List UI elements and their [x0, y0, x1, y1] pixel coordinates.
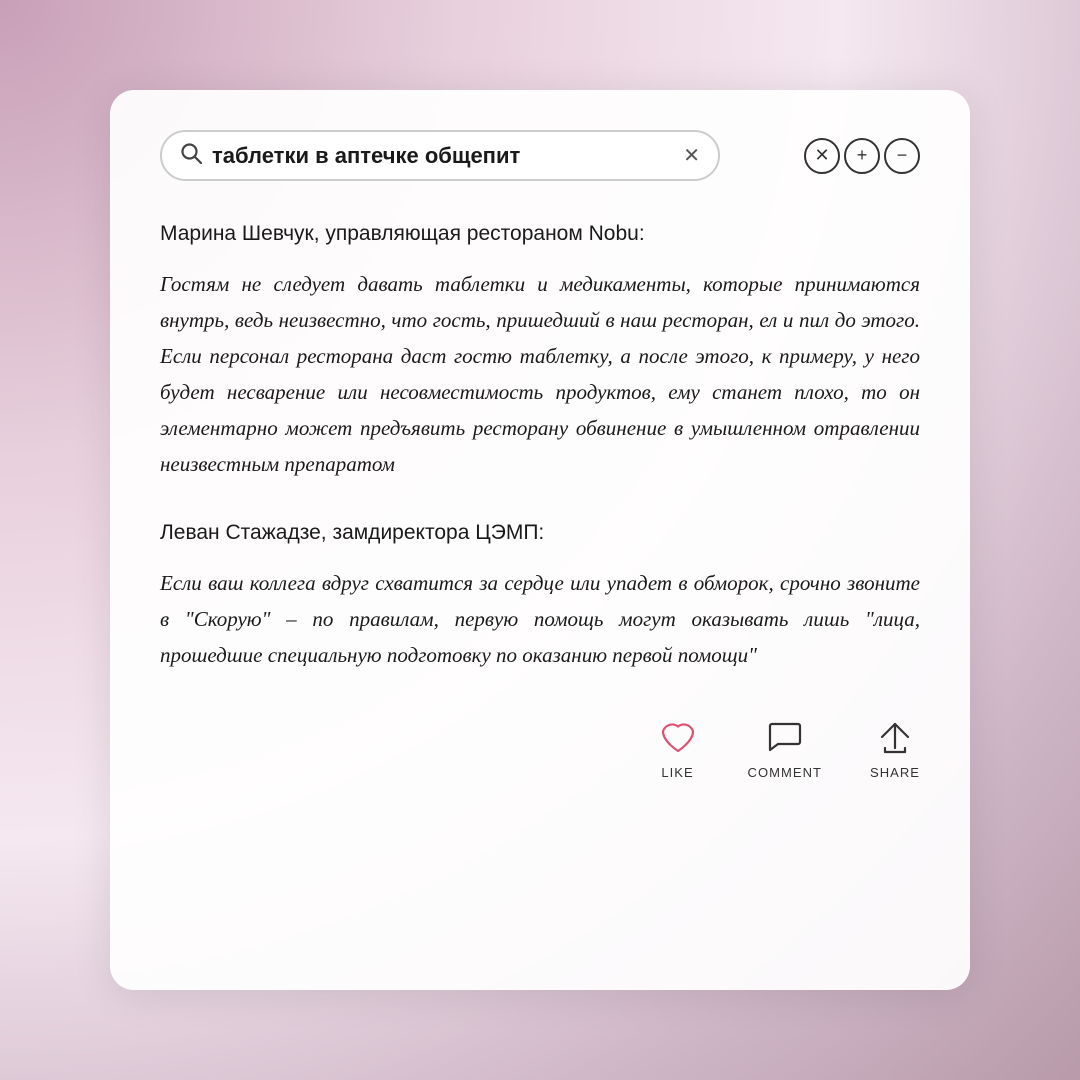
search-query: таблетки в аптечке общепит — [212, 143, 673, 169]
minus-button[interactable]: − — [884, 138, 920, 174]
content-body: Марина Шевчук, управляющая рестораном No… — [160, 217, 920, 673]
comment-action[interactable]: COMMENT — [748, 715, 822, 780]
close-button[interactable]: ✕ — [804, 138, 840, 174]
search-clear-button[interactable]: ✕ — [683, 143, 700, 168]
search-icon — [180, 142, 202, 169]
share-action[interactable]: SHARE — [870, 715, 920, 780]
speaker-2-name: Леван Стажадзе, замдиректора ЦЭМП: — [160, 516, 920, 551]
like-icon — [656, 715, 700, 759]
comment-label: COMMENT — [748, 765, 822, 780]
share-icon — [873, 715, 917, 759]
speaker-2-quote: Если ваш коллега вдруг схватится за серд… — [160, 565, 920, 673]
search-bar-row: таблетки в аптечке общепит ✕ ✕ + − — [160, 130, 920, 181]
share-label: SHARE — [870, 765, 920, 780]
window-controls: ✕ + − — [804, 138, 920, 174]
content-card: таблетки в аптечке общепит ✕ ✕ + − Марин… — [110, 90, 970, 990]
search-bar[interactable]: таблетки в аптечке общепит ✕ — [160, 130, 720, 181]
add-button[interactable]: + — [844, 138, 880, 174]
comment-icon — [763, 715, 807, 759]
like-action[interactable]: LIKE — [656, 715, 700, 780]
speaker-1-quote: Гостям не следует давать таблетки и меди… — [160, 266, 920, 483]
actions-row: LIKE COMMENT SHARE — [160, 707, 920, 780]
like-label: LIKE — [661, 765, 693, 780]
speaker-1-name: Марина Шевчук, управляющая рестораном No… — [160, 217, 920, 252]
